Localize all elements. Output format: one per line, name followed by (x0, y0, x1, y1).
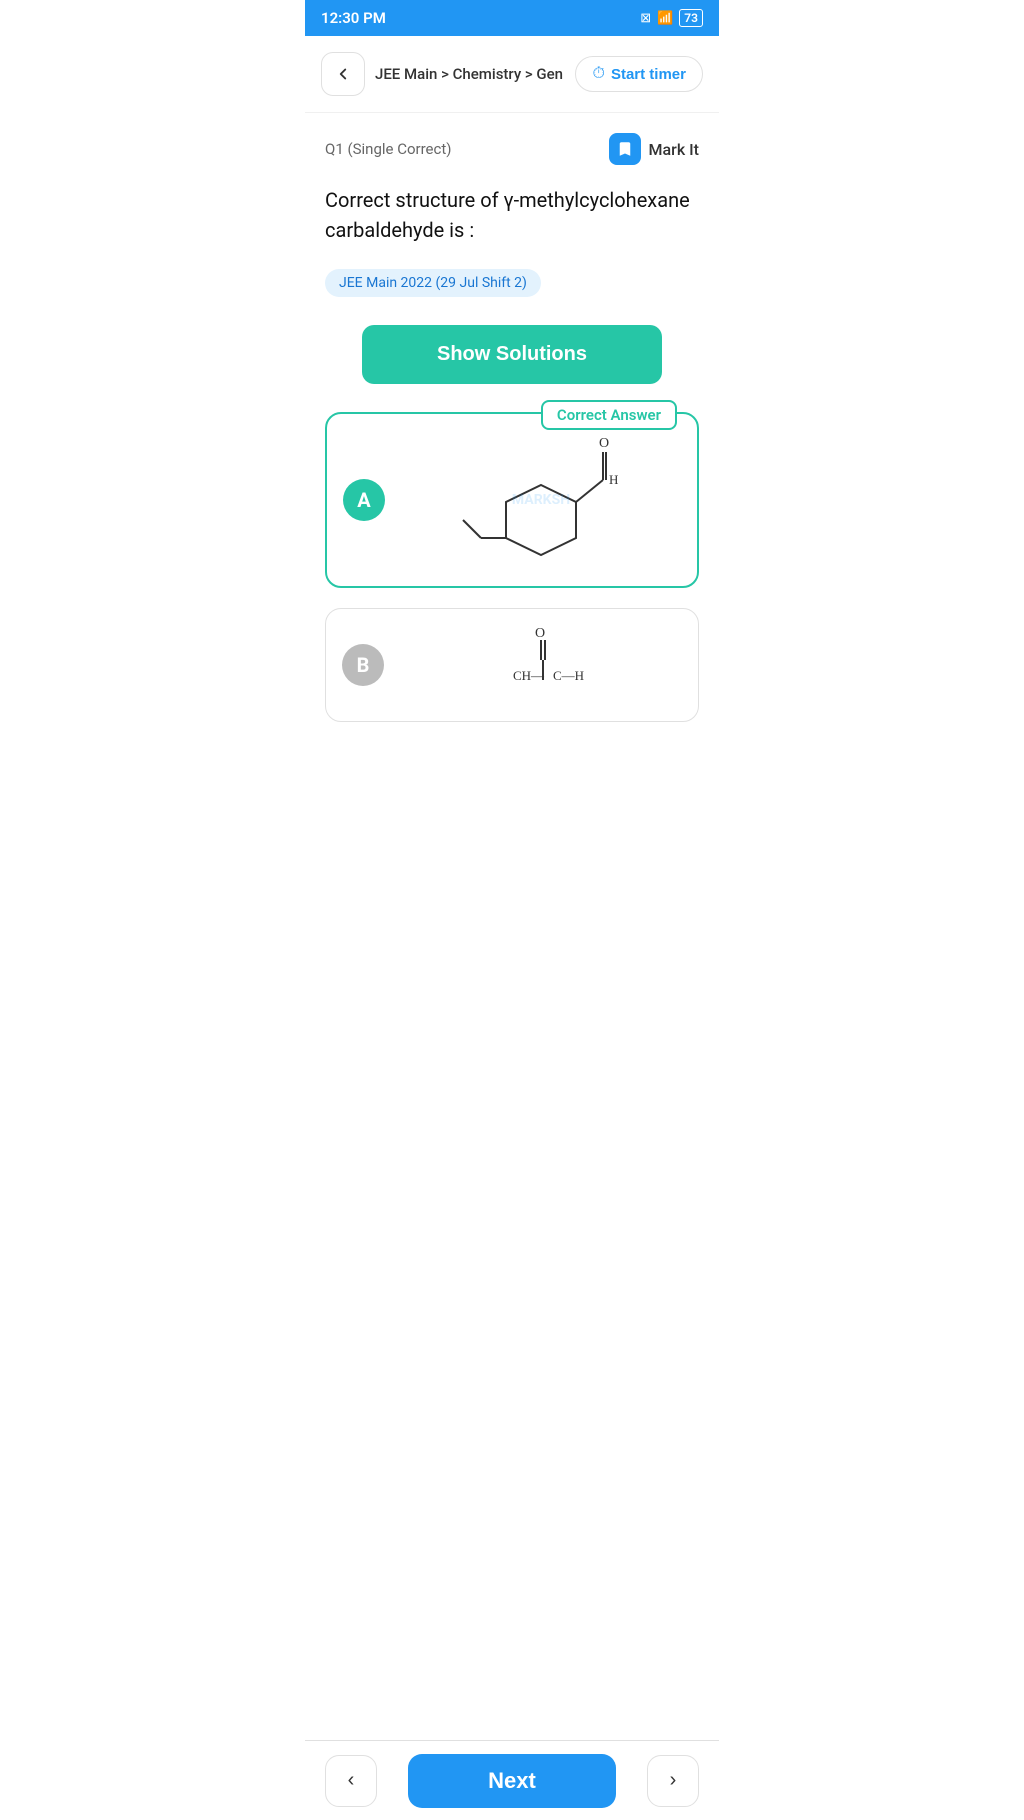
header: JEE Main > Chemistry > Gen ⏱ Start timer (305, 36, 719, 113)
bookmark-icon (616, 140, 634, 158)
molecule-b-image: O CH— C—H (400, 625, 682, 705)
mark-it-button[interactable]: Mark It (609, 133, 699, 165)
start-timer-button[interactable]: ⏱ Start timer (575, 56, 703, 92)
battery-indicator: 73 (679, 9, 703, 27)
status-time: 12:30 PM (321, 9, 386, 27)
previous-button[interactable]: ‹ (325, 1755, 377, 1807)
option-b-circle: B (342, 644, 384, 686)
molecule-a-svg: O H (441, 430, 641, 570)
question-header: Q1 (Single Correct) Mark It (325, 133, 699, 165)
show-solutions-button[interactable]: Show Solutions (362, 325, 661, 384)
svg-text:O: O (599, 436, 609, 451)
svg-text:O: O (535, 626, 545, 641)
question-tag: JEE Main 2022 (29 Jul Shift 2) (325, 269, 541, 297)
chevron-right-icon: › (670, 1769, 677, 1792)
bookmark-icon-container (609, 133, 641, 165)
chevron-left-icon: ‹ (348, 1769, 355, 1792)
breadcrumb: JEE Main > Chemistry > Gen (375, 65, 565, 83)
svg-text:C—H: C—H (553, 668, 584, 683)
question-label: Q1 (Single Correct) (325, 140, 451, 158)
molecule-a-image: O H MARKSH (401, 430, 681, 570)
question-text: Correct structure of γ-methylcyclohexane… (325, 185, 699, 245)
svg-text:H: H (609, 472, 618, 487)
status-icons: ⊠ 📶 73 (640, 9, 703, 27)
back-button[interactable] (321, 52, 365, 96)
option-a-row: A O H (343, 430, 681, 570)
bottom-navigation: ‹ Next › (305, 1740, 719, 1820)
close-icon: ⊠ (640, 11, 651, 26)
option-b-row: B O CH— C—H (342, 625, 682, 705)
svg-text:CH—: CH— (513, 668, 545, 683)
option-a-card[interactable]: Correct Answer A (325, 412, 699, 588)
status-bar: 12:30 PM ⊠ 📶 73 (305, 0, 719, 36)
option-b-card[interactable]: B O CH— C—H (325, 608, 699, 722)
clock-icon: ⏱ (592, 65, 604, 83)
wifi-icon: 📶 (657, 11, 673, 26)
chevron-left-icon (334, 65, 352, 83)
molecule-b-svg: O CH— C—H (441, 625, 641, 705)
next-arrow-button[interactable]: › (647, 1755, 699, 1807)
correct-answer-label: Correct Answer (541, 400, 677, 430)
mark-it-label: Mark It (649, 140, 699, 159)
main-content: Q1 (Single Correct) Mark It Correct stru… (305, 113, 719, 842)
option-a-circle: A (343, 479, 385, 521)
timer-label: Start timer (611, 66, 686, 83)
next-button[interactable]: Next (408, 1754, 616, 1808)
